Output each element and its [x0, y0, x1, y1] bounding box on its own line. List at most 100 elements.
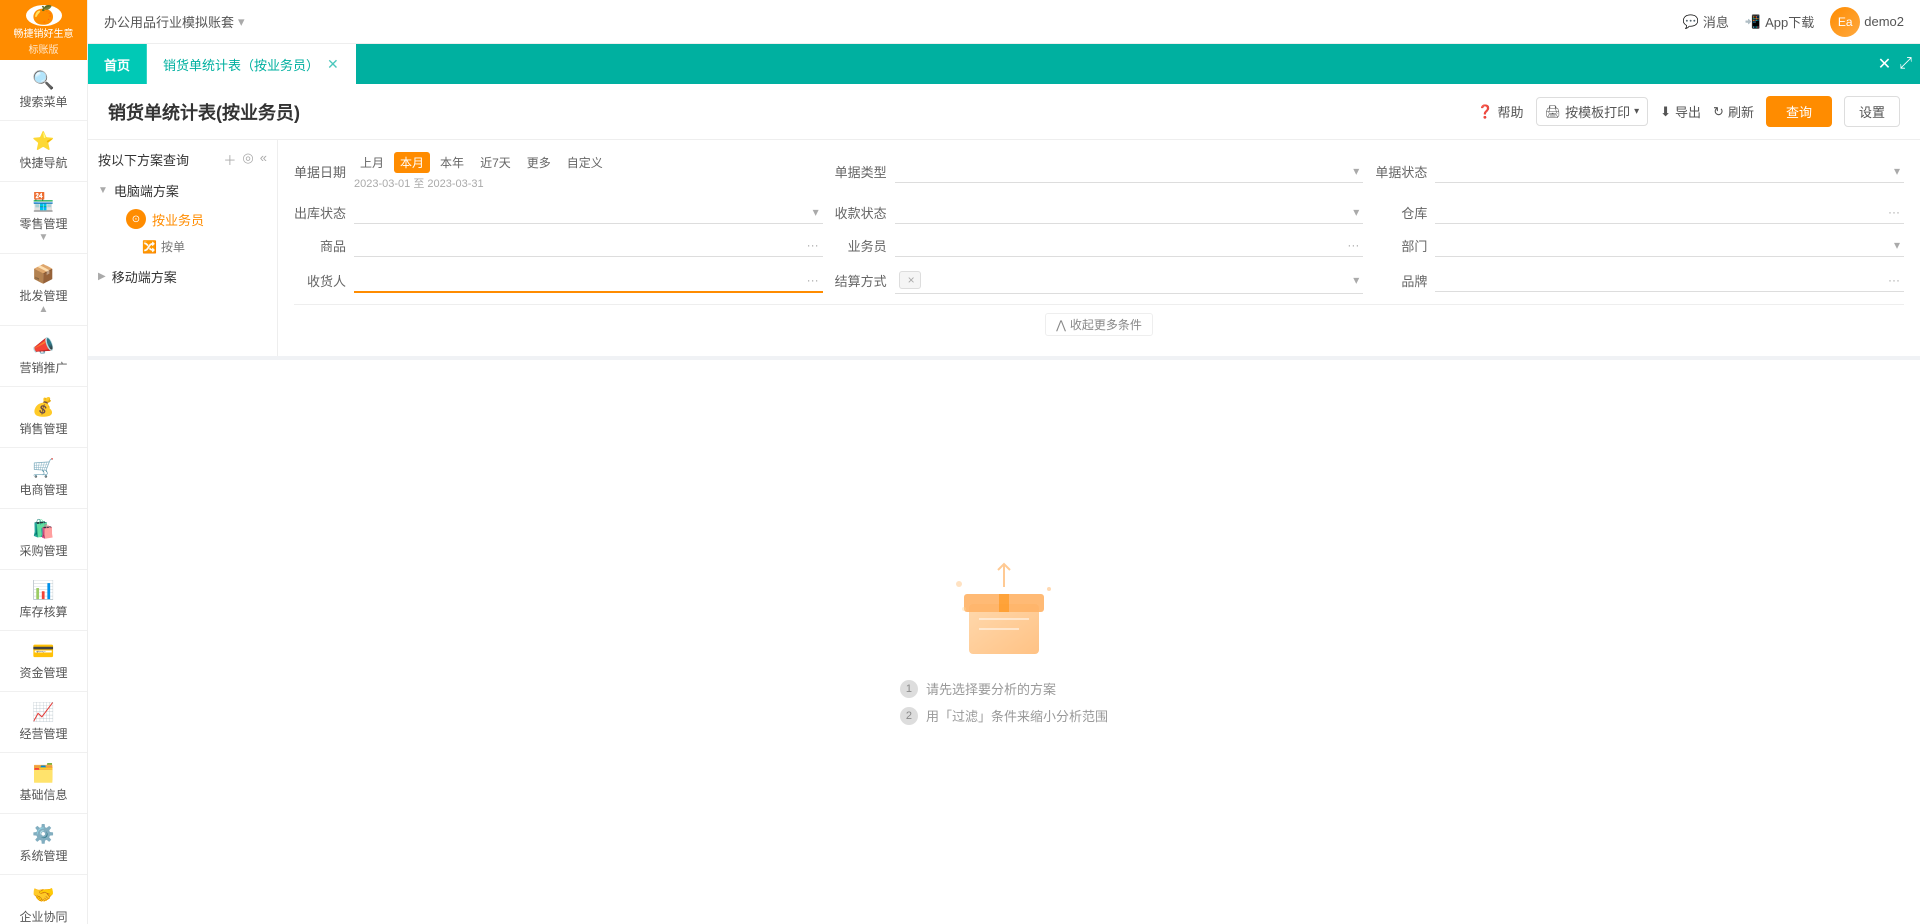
tab-home-label: 首页: [104, 55, 130, 74]
status-label: 单据状态: [1375, 162, 1427, 181]
outstatus-dropdown-icon: ▾: [813, 205, 819, 219]
sidebar-item-ecom[interactable]: 🛒 电商管理: [0, 448, 87, 509]
message-btn[interactable]: 💬 消息: [1683, 12, 1729, 31]
app-download-btn[interactable]: 📲 App下载: [1745, 12, 1814, 31]
enterprise-icon: 🤝: [4, 885, 83, 906]
type-dropdown-icon: ▾: [1353, 164, 1359, 178]
export-btn[interactable]: ⬇ 导出: [1660, 102, 1701, 121]
warehouse-control[interactable]: ···: [1435, 201, 1904, 224]
date-tab-custom[interactable]: 自定义: [561, 152, 609, 173]
collapse-chevron-icon: ⋀: [1056, 318, 1066, 332]
settlement-tag-close-icon[interactable]: ×: [908, 273, 915, 287]
department-control[interactable]: ▾: [1435, 234, 1904, 257]
setting-button[interactable]: 设置: [1844, 96, 1900, 127]
filter-field-date: 单据日期 上月 本月 本年 近7天 更多 自定义 2023-03-01 至 20…: [294, 152, 823, 191]
salesperson-control[interactable]: ···: [895, 234, 1364, 257]
date-tab-thisyear[interactable]: 本年: [434, 152, 470, 173]
search-icon: 🔍: [4, 70, 83, 91]
tab-close-icon[interactable]: ✕: [327, 56, 339, 73]
type-control[interactable]: ▾: [895, 160, 1364, 183]
tab-sales-stat-label: 销货单统计表（按业务员）: [163, 55, 319, 74]
scheme-sub-icon: 🔀: [142, 240, 157, 254]
filter-field-warehouse: 仓库 ···: [1375, 201, 1904, 224]
date-tab-lastmonth[interactable]: 上月: [354, 152, 390, 173]
sidebar-item-marketing[interactable]: 📣 营销推广: [0, 326, 87, 387]
brand-more-icon: ···: [1888, 273, 1900, 287]
receiver-control[interactable]: ···: [354, 269, 823, 293]
status-control[interactable]: ▾: [1435, 160, 1904, 183]
company-selector[interactable]: 办公用品行业模拟账套 ▾: [104, 12, 245, 31]
sidebar-item-finance[interactable]: 💳 资金管理: [0, 631, 87, 692]
export-label: 导出: [1675, 102, 1701, 121]
basic-icon: 🗂️: [4, 763, 83, 784]
warehouse-more-icon: ···: [1888, 205, 1900, 219]
date-tab-thismonth[interactable]: 本月: [394, 152, 430, 173]
tabbar: 首页 销货单统计表（按业务员） ✕ ✕ ⤢: [88, 44, 1920, 84]
main-area: 办公用品行业模拟账套 ▾ 💬 消息 📲 App下载 Ea demo2 首页: [88, 0, 1920, 924]
scheme-collapse-icon[interactable]: «: [260, 150, 267, 169]
refresh-label: 刷新: [1728, 102, 1754, 121]
app-download-icon: 📲: [1745, 14, 1761, 30]
filter-field-department: 部门 ▾: [1375, 234, 1904, 257]
filter-form: 单据日期 上月 本月 本年 近7天 更多 自定义 2023-03-01 至 20…: [278, 140, 1920, 356]
collapse-btn[interactable]: ⋀ 收起更多条件: [1045, 313, 1153, 336]
query-button[interactable]: 查询: [1766, 96, 1832, 127]
sidebar-item-search[interactable]: 🔍 搜索菜单: [0, 60, 87, 121]
sidebar-item-system-label: 系统管理: [4, 847, 83, 864]
scheme-group-mobile-title[interactable]: ▶ 移动端方案: [98, 263, 267, 290]
scheme-item-by-salesperson[interactable]: ⊙ 按业务员: [98, 204, 267, 234]
sidebar-item-operation-label: 经营管理: [4, 725, 83, 742]
sidebar-item-retail[interactable]: 🏪 零售管理 ▼: [0, 182, 87, 254]
empty-tip-2: 2 用「过滤」条件来缩小分析范围: [900, 706, 1108, 725]
refresh-btn[interactable]: ↻ 刷新: [1713, 102, 1754, 121]
sidebar: 🍊 畅捷销好生意 标账版 🔍 搜索菜单 ⭐ 快捷导航 🏪 零售管理 ▼ 📦 批发…: [0, 0, 88, 924]
tab-action-close[interactable]: ✕: [1878, 54, 1891, 74]
sidebar-item-sales[interactable]: 💰 销售管理: [0, 387, 87, 448]
help-btn[interactable]: ❓ 帮助: [1477, 102, 1523, 121]
scheme-add-icon[interactable]: ＋: [223, 150, 236, 169]
warehouse-label: 仓库: [1375, 203, 1427, 222]
filter-field-outstatus: 出库状态 ▾: [294, 201, 823, 224]
tip-num-1: 1: [900, 680, 918, 698]
date-tab-more[interactable]: 更多: [521, 152, 557, 173]
sidebar-item-inventory-label: 库存核算: [4, 603, 83, 620]
brand-control[interactable]: ···: [1435, 269, 1904, 292]
type-label: 单据类型: [835, 162, 887, 181]
sales-icon: 💰: [4, 397, 83, 418]
sidebar-item-operation[interactable]: 📈 经营管理: [0, 692, 87, 753]
operation-icon: 📈: [4, 702, 83, 723]
tab-action-expand[interactable]: ⤢: [1899, 55, 1912, 73]
sidebar-item-purchase[interactable]: 🛍️ 采购管理: [0, 509, 87, 570]
company-dropdown-icon: ▾: [238, 14, 245, 30]
sidebar-item-retail-label: 零售管理: [4, 215, 83, 232]
sidebar-item-basic[interactable]: 🗂️ 基础信息: [0, 753, 87, 814]
sidebar-item-system[interactable]: ⚙️ 系统管理: [0, 814, 87, 875]
tip-num-2: 2: [900, 707, 918, 725]
settlement-label: 结算方式: [835, 271, 887, 290]
department-label: 部门: [1375, 236, 1427, 255]
sidebar-item-enterprise[interactable]: 🤝 企业协同: [0, 875, 87, 924]
message-label: 消息: [1703, 12, 1729, 31]
tab-home[interactable]: 首页: [88, 44, 147, 84]
filter-field-goods: 商品 ···: [294, 234, 823, 257]
tab-sales-stat[interactable]: 销货单统计表（按业务员） ✕: [147, 44, 356, 84]
sidebar-item-quicknav[interactable]: ⭐ 快捷导航: [0, 121, 87, 182]
user-menu[interactable]: Ea demo2: [1830, 7, 1904, 37]
receiver-label: 收货人: [294, 271, 346, 290]
scheme-sub-item-by-order[interactable]: 🔀 按单: [98, 234, 267, 259]
app-download-label: App下载: [1765, 12, 1814, 31]
scheme-edit-icon[interactable]: ◎: [242, 150, 253, 169]
sidebar-item-wholesale-label: 批发管理: [4, 287, 83, 304]
scheme-group-desktop-title[interactable]: ▼ 电脑端方案: [98, 177, 267, 204]
goods-control[interactable]: ···: [354, 234, 823, 257]
sidebar-item-inventory[interactable]: 📊 库存核算: [0, 570, 87, 631]
scheme-panel: 按以下方案查询 ＋ ◎ « ▼ 电脑端方案 ⊙ 按业务员: [88, 140, 278, 356]
scheme-group-desktop: ▼ 电脑端方案 ⊙ 按业务员 🔀 按单: [98, 177, 267, 259]
user-name: demo2: [1864, 14, 1904, 29]
print-btn[interactable]: 🖨 按模板打印 ▾: [1536, 97, 1649, 126]
sidebar-item-wholesale[interactable]: 📦 批发管理 ▲: [0, 254, 87, 326]
settlement-control[interactable]: × ▾: [895, 267, 1364, 294]
outstatus-control[interactable]: ▾: [354, 201, 823, 224]
date-tab-7days[interactable]: 近7天: [474, 152, 517, 173]
paystatus-control[interactable]: ▾: [895, 201, 1364, 224]
